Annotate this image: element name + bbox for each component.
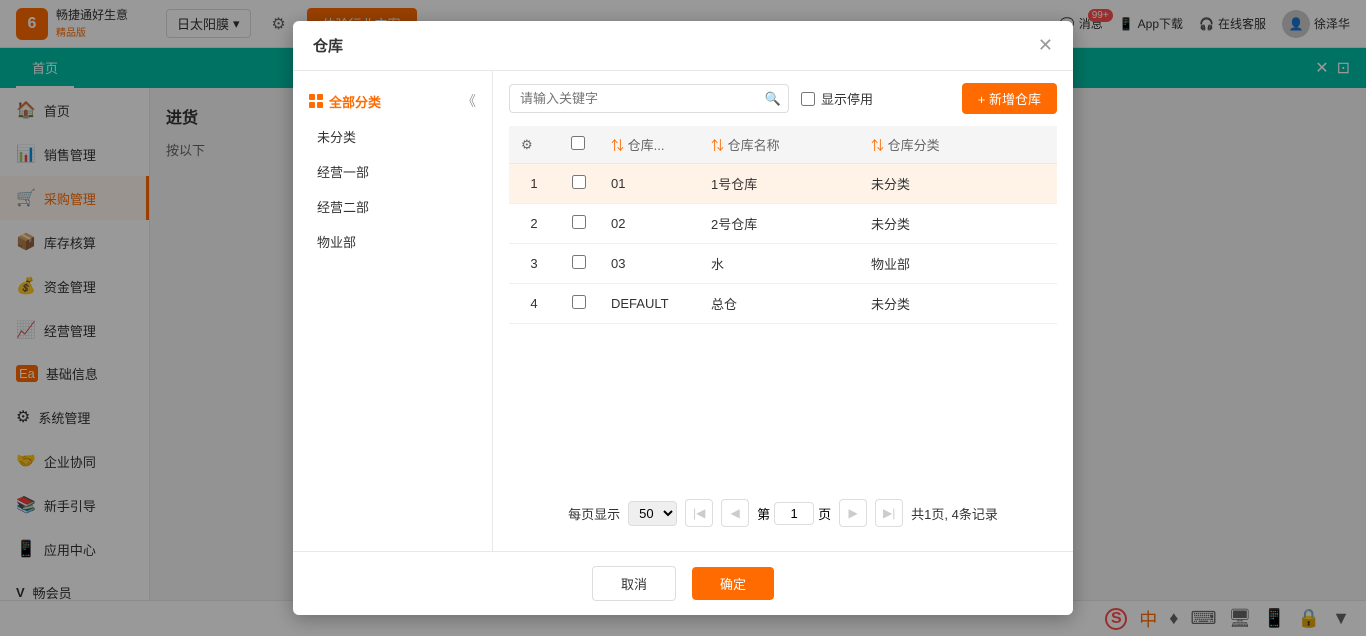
row-checkbox-1[interactable] (572, 175, 586, 189)
row-num-4: 4 (509, 284, 559, 324)
last-page-btn[interactable]: ▶| (875, 499, 903, 527)
table-row[interactable]: 3 03 水 物业部 (509, 244, 1057, 284)
row-num-3: 3 (509, 244, 559, 284)
table-header-row: ⚙ ⇅ 仓库... ⇅ 仓库名称 (509, 126, 1057, 164)
row-cat-3: 物业部 (859, 244, 1057, 284)
category-item-dept1[interactable]: 经营一部 (293, 154, 492, 189)
row-cat-2: 未分类 (859, 204, 1057, 244)
grid-icon (309, 94, 323, 108)
row-check-4[interactable] (559, 284, 599, 324)
modal-close-button[interactable]: ✕ (1038, 35, 1053, 56)
row-checkbox-4[interactable] (572, 295, 586, 309)
modal-body: 全部分类 《 未分类 经营一部 经营二部 物业部 🔍 显示停用 + 新增仓库 (293, 71, 1073, 551)
col-name-header: ⇅ 仓库名称 (699, 126, 859, 164)
modal-header: 仓库 ✕ (293, 21, 1073, 71)
sort-icon: ⇅ (611, 138, 624, 153)
row-check-2[interactable] (559, 204, 599, 244)
table-body: 1 01 1号仓库 未分类 2 02 2号仓库 未分类 (509, 164, 1057, 324)
page-size-select[interactable]: 50 (628, 501, 677, 526)
show-disabled-wrap: 显示停用 (801, 89, 873, 108)
table-head: ⚙ ⇅ 仓库... ⇅ 仓库名称 (509, 126, 1057, 164)
sort-icon-cat: ⇅ (871, 138, 884, 153)
page-total: 共1页, 4条记录 (911, 504, 998, 523)
table-row[interactable]: 2 02 2号仓库 未分类 (509, 204, 1057, 244)
first-page-btn[interactable]: |◀ (685, 499, 713, 527)
page-label: 页 (818, 504, 831, 523)
warehouse-table: ⚙ ⇅ 仓库... ⇅ 仓库名称 (509, 126, 1057, 324)
category-item-unclassified[interactable]: 未分类 (293, 119, 492, 154)
collapse-icon[interactable]: 《 (462, 91, 476, 111)
row-cat-4: 未分类 (859, 284, 1057, 324)
col-cat-header: ⇅ 仓库分类 (859, 126, 1057, 164)
pagination: 每页显示 50 |◀ ◀ 第 页 ▶ ▶| 共1页, 4条记录 (509, 487, 1057, 539)
col-check-header (559, 126, 599, 164)
category-item-property[interactable]: 物业部 (293, 224, 492, 259)
warehouse-modal: 仓库 ✕ 全部分类 《 未分类 经营一部 经营二部 物业部 (293, 21, 1073, 615)
table-row[interactable]: 1 01 1号仓库 未分类 (509, 164, 1057, 204)
row-check-1[interactable] (559, 164, 599, 204)
row-name-3: 水 (699, 244, 859, 284)
row-num-2: 2 (509, 204, 559, 244)
row-code-4: DEFAULT (599, 284, 699, 324)
category-item-dept2[interactable]: 经营二部 (293, 189, 492, 224)
category-all: 全部分类 (309, 92, 381, 111)
row-code-1: 01 (599, 164, 699, 204)
next-page-btn[interactable]: ▶ (839, 499, 867, 527)
row-cat-1: 未分类 (859, 164, 1057, 204)
row-checkbox-3[interactable] (572, 255, 586, 269)
row-code-2: 02 (599, 204, 699, 244)
show-disabled-checkbox[interactable] (801, 92, 815, 106)
prev-page-btn[interactable]: ◀ (721, 499, 749, 527)
table-scroll: ⚙ ⇅ 仓库... ⇅ 仓库名称 (509, 126, 1057, 487)
row-num-1: 1 (509, 164, 559, 204)
row-name-1: 1号仓库 (699, 164, 859, 204)
table-panel: 🔍 显示停用 + 新增仓库 ⚙ (493, 71, 1073, 551)
row-code-3: 03 (599, 244, 699, 284)
col-settings-header: ⚙ (509, 126, 559, 164)
search-input-wrap: 🔍 (509, 84, 789, 113)
confirm-button[interactable]: 确定 (692, 567, 774, 600)
row-name-2: 2号仓库 (699, 204, 859, 244)
cancel-button[interactable]: 取消 (592, 566, 676, 601)
category-panel: 全部分类 《 未分类 经营一部 经营二部 物业部 (293, 71, 493, 551)
page-input-wrap: 第 页 (757, 502, 831, 525)
table-row[interactable]: 4 DEFAULT 总仓 未分类 (509, 284, 1057, 324)
table-toolbar: 🔍 显示停用 + 新增仓库 (509, 83, 1057, 114)
page-prefix: 第 (757, 504, 770, 523)
category-all-label: 全部分类 (329, 92, 381, 111)
row-check-3[interactable] (559, 244, 599, 284)
row-checkbox-2[interactable] (572, 215, 586, 229)
modal-title: 仓库 (313, 35, 343, 56)
col-code-header: ⇅ 仓库... (599, 126, 699, 164)
page-size-label: 每页显示 (568, 504, 620, 523)
add-warehouse-button[interactable]: + 新增仓库 (962, 83, 1057, 114)
search-icon[interactable]: 🔍 (765, 91, 781, 107)
select-all-checkbox[interactable] (571, 136, 585, 150)
category-all-header[interactable]: 全部分类 《 (293, 83, 492, 119)
show-disabled-label: 显示停用 (821, 89, 873, 108)
search-input[interactable] (509, 84, 789, 113)
row-name-4: 总仓 (699, 284, 859, 324)
modal-footer: 取消 确定 (293, 551, 1073, 615)
page-input[interactable] (774, 502, 814, 525)
sort-icon-name: ⇅ (711, 138, 724, 153)
